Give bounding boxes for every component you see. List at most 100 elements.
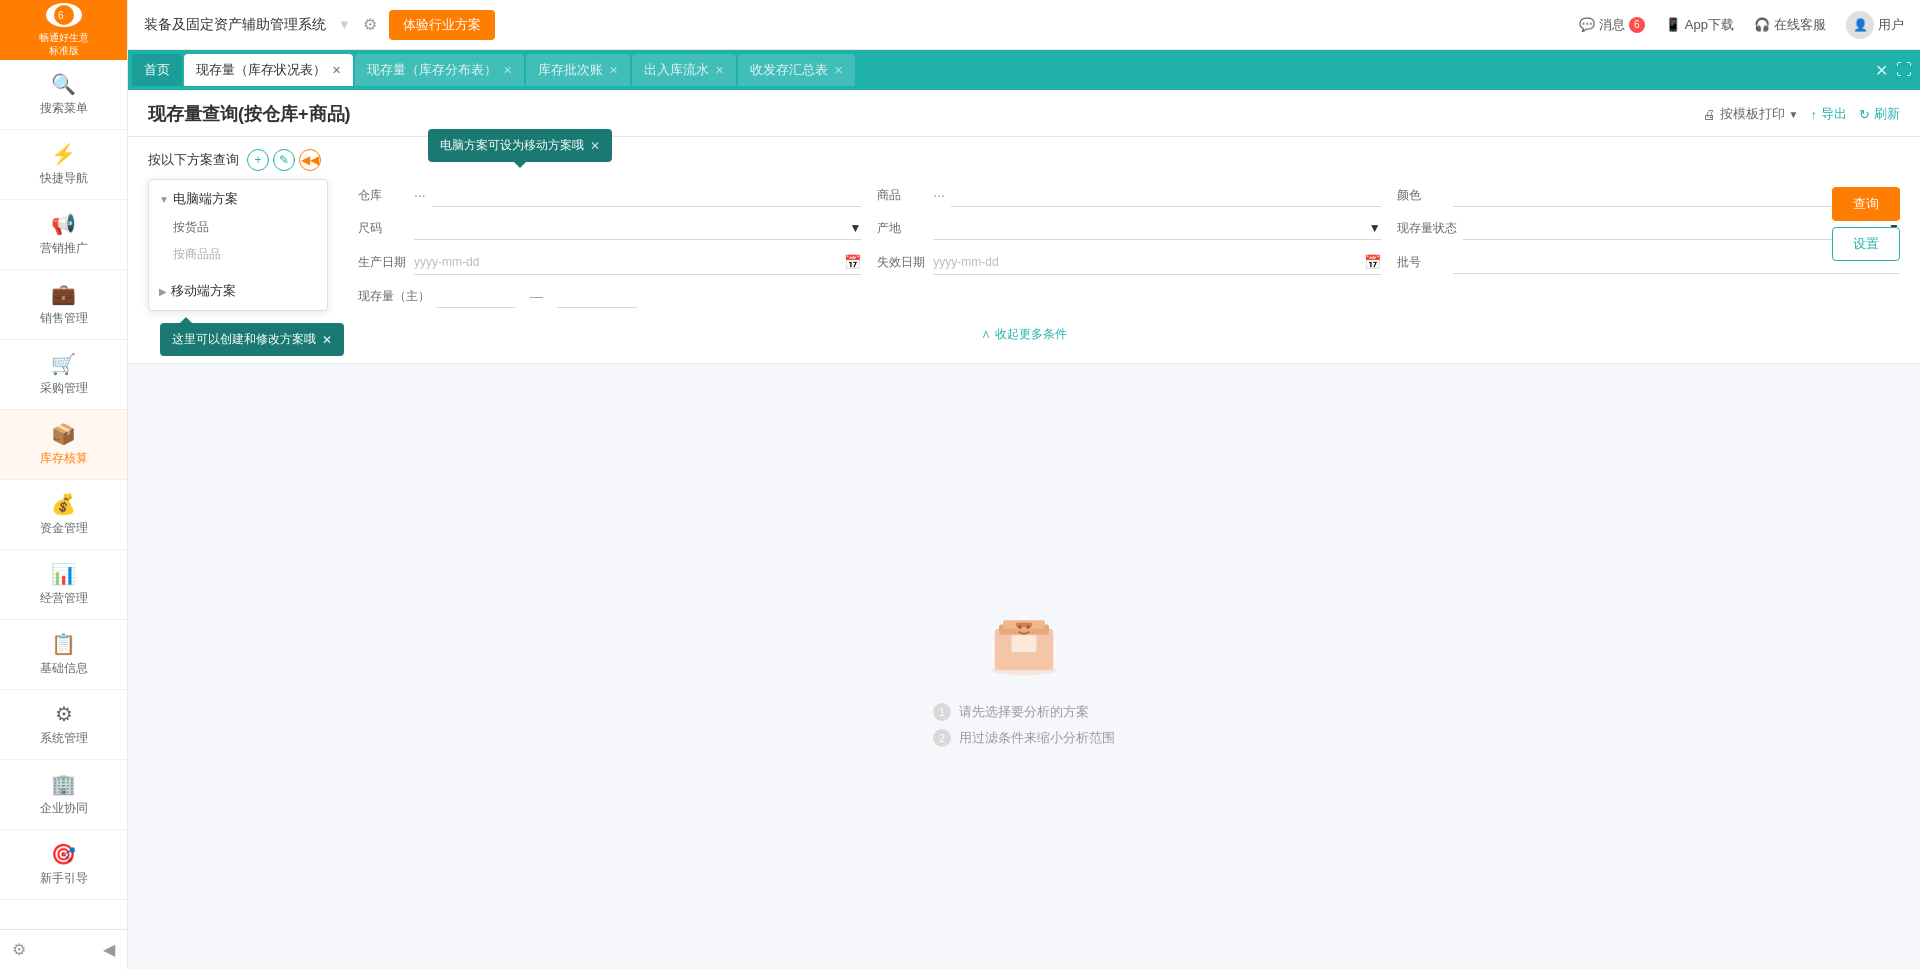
collapse-btn[interactable]: ∧ 收起更多条件 xyxy=(148,318,1900,351)
stock-status-tab-label: 现存量（库存状况表） xyxy=(196,61,326,79)
create-scheme-tooltip: 这里可以创建和修改方案哦 ✕ xyxy=(160,323,344,356)
sidebar-item-base[interactable]: 📋 基础信息 xyxy=(0,620,127,690)
export-btn[interactable]: ↑ 导出 xyxy=(1811,105,1848,123)
sidebar-item-finance[interactable]: 💰 资金管理 xyxy=(0,480,127,550)
goods-dots[interactable]: ··· xyxy=(933,187,945,203)
filter-header-icons: + ✎ ◀◀ xyxy=(247,149,321,171)
create-tooltip-close-icon[interactable]: ✕ xyxy=(322,333,332,347)
add-scheme-icon[interactable]: + xyxy=(247,149,269,171)
scheme-item-2[interactable]: 按商品品 xyxy=(149,241,327,268)
close-icon[interactable]: ✕ xyxy=(834,64,843,77)
stock-main-min[interactable] xyxy=(436,285,516,308)
print-btn[interactable]: 🖨 按模板打印 ▼ xyxy=(1703,105,1799,123)
sidebar-item-stock[interactable]: 📦 库存核算 xyxy=(0,410,127,480)
color-label: 颜色 xyxy=(1397,187,1447,204)
page-actions: 🖨 按模板打印 ▼ ↑ 导出 ↻ 刷新 xyxy=(1703,105,1900,123)
app-name: 畅通好生意 标准版 xyxy=(39,31,89,57)
scheme-item-1[interactable]: 按货品 xyxy=(149,214,327,241)
size-select[interactable]: ▼ xyxy=(414,217,861,240)
print-icon: 🖨 xyxy=(1703,107,1716,122)
tip-num-1: 1 xyxy=(933,703,951,721)
filter-field-batch: 批号 xyxy=(1397,251,1900,274)
query-btn[interactable]: 查询 xyxy=(1832,187,1900,221)
filter-field-size: 尺码 ▼ xyxy=(358,217,861,240)
sidebar-item-marketing[interactable]: 📢 营销推广 xyxy=(0,200,127,270)
tab-expand-icon[interactable]: ⛶ xyxy=(1896,61,1912,79)
edit-scheme-icon[interactable]: ✎ xyxy=(273,149,295,171)
desktop-scheme-header[interactable]: ▼ 电脑端方案 xyxy=(149,184,327,214)
prod-date-input[interactable]: yyyy-mm-dd 📅 xyxy=(414,250,861,275)
footer-collapse-icon[interactable]: ◀ xyxy=(103,940,115,959)
tab-home[interactable]: 首页 xyxy=(132,54,182,86)
svg-text:6: 6 xyxy=(58,10,64,21)
origin-select[interactable]: ▼ xyxy=(933,217,1380,240)
footer-settings-icon[interactable]: ⚙ xyxy=(12,940,26,959)
refresh-icon: ↻ xyxy=(1859,107,1870,122)
page-header: 现存量查询(按仓库+商品) 🖨 按模板打印 ▼ ↑ 导出 ↻ 刷新 xyxy=(128,90,1920,137)
prod-date-label: 生产日期 xyxy=(358,254,408,271)
filter-row-2: 尺码 ▼ 产地 ▼ 现存量状态 xyxy=(358,217,1900,240)
message-item[interactable]: 💬 消息 6 xyxy=(1579,16,1645,34)
filter-field-goods: 商品 ··· xyxy=(877,183,1380,207)
tab-stock-dist[interactable]: 现存量（库存分布表） ✕ xyxy=(355,54,524,86)
refresh-btn[interactable]: ↻ 刷新 xyxy=(1859,105,1900,123)
stock-main-max[interactable] xyxy=(557,285,637,308)
system-icon: ⚙ xyxy=(55,702,73,726)
chevron-down-icon: ▼ xyxy=(1789,109,1799,120)
sidebar-item-enterprise[interactable]: 🏢 企业协同 xyxy=(0,760,127,830)
exp-date-input[interactable]: yyyy-mm-dd 📅 xyxy=(933,250,1380,275)
sidebar-item-search[interactable]: 🔍 搜索菜单 xyxy=(0,60,127,130)
main-area: 装备及固定资产辅助管理系统 ▼ ⚙ 体验行业方案 💬 消息 6 📱 App下载 … xyxy=(128,0,1920,969)
sidebar-item-operation[interactable]: 📊 经营管理 xyxy=(0,550,127,620)
mobile-icon: 📱 xyxy=(1665,17,1681,32)
industry-btn[interactable]: 体验行业方案 xyxy=(389,10,495,40)
back-scheme-icon[interactable]: ◀◀ xyxy=(299,149,321,171)
calendar-icon[interactable]: 📅 xyxy=(844,254,861,270)
stock-status-label: 现存量状态 xyxy=(1397,220,1457,237)
tip-num-2: 2 xyxy=(933,729,951,747)
mobile-scheme-header[interactable]: ▶ 移动端方案 xyxy=(149,276,327,306)
size-label: 尺码 xyxy=(358,220,408,237)
sidebar-item-system[interactable]: ⚙ 系统管理 xyxy=(0,690,127,760)
user-item[interactable]: 👤 用户 xyxy=(1846,11,1904,39)
close-icon[interactable]: ✕ xyxy=(715,64,724,77)
svg-point-0 xyxy=(54,5,74,25)
empty-illustration xyxy=(974,587,1074,687)
sidebar-item-quick-nav[interactable]: ⚡ 快捷导航 xyxy=(0,130,127,200)
scheme-tooltip: 电脑方案可设为移动方案哦 ✕ xyxy=(428,129,612,162)
tooltip-close-icon[interactable]: ✕ xyxy=(590,139,600,153)
close-icon[interactable]: ✕ xyxy=(609,64,618,77)
filter-row-3: 生产日期 yyyy-mm-dd 📅 失效日期 yyyy-mm-dd 📅 xyxy=(358,250,1900,275)
tab-recv-summary[interactable]: 收发存汇总表 ✕ xyxy=(738,54,855,86)
filter-field-prod-date: 生产日期 yyyy-mm-dd 📅 xyxy=(358,250,861,275)
app-logo: 6 畅通好生意 标准版 xyxy=(0,0,127,60)
filter-field-origin: 产地 ▼ xyxy=(877,217,1380,240)
operation-icon: 📊 xyxy=(51,562,76,586)
finance-icon: 💰 xyxy=(51,492,76,516)
chevron-up-icon: ∧ xyxy=(981,327,991,341)
tab-stock-batch[interactable]: 库存批次账 ✕ xyxy=(526,54,630,86)
sidebar-item-purchase[interactable]: 🛒 采购管理 xyxy=(0,340,127,410)
filter-field-stock-status: 现存量状态 ▼ xyxy=(1397,217,1900,240)
svg-point-10 xyxy=(1027,625,1030,628)
topbar-settings-icon[interactable]: ⚙ xyxy=(363,15,377,34)
message-badge: 6 xyxy=(1629,17,1645,33)
sidebar-item-sales[interactable]: 💼 销售管理 xyxy=(0,270,127,340)
calendar-icon[interactable]: 📅 xyxy=(1364,254,1381,270)
close-icon[interactable]: ✕ xyxy=(503,64,512,77)
close-icon[interactable]: ✕ xyxy=(332,64,341,77)
stock-icon: 📦 xyxy=(51,422,76,446)
tab-close-all-icon[interactable]: ✕ xyxy=(1875,61,1888,80)
app-download-item[interactable]: 📱 App下载 xyxy=(1665,16,1734,34)
chevron-down-icon: ▼ xyxy=(159,194,169,205)
warehouse-label: 仓库 xyxy=(358,187,408,204)
warehouse-dots[interactable]: ··· xyxy=(414,187,426,203)
tabbar: 首页 现存量（库存状况表） ✕ 现存量（库存分布表） ✕ 库存批次账 ✕ 出入库… xyxy=(128,50,1920,90)
online-support-item[interactable]: 🎧 在线客服 xyxy=(1754,16,1826,34)
reset-btn[interactable]: 设置 xyxy=(1832,227,1900,261)
sidebar-item-guide[interactable]: 🎯 新手引导 xyxy=(0,830,127,900)
tabbar-actions: ✕ ⛶ xyxy=(1875,61,1916,80)
tab-io-flow[interactable]: 出入库流水 ✕ xyxy=(632,54,736,86)
tab-stock-status[interactable]: 现存量（库存状况表） ✕ xyxy=(184,54,353,86)
stock-batch-tab-label: 库存批次账 xyxy=(538,61,603,79)
